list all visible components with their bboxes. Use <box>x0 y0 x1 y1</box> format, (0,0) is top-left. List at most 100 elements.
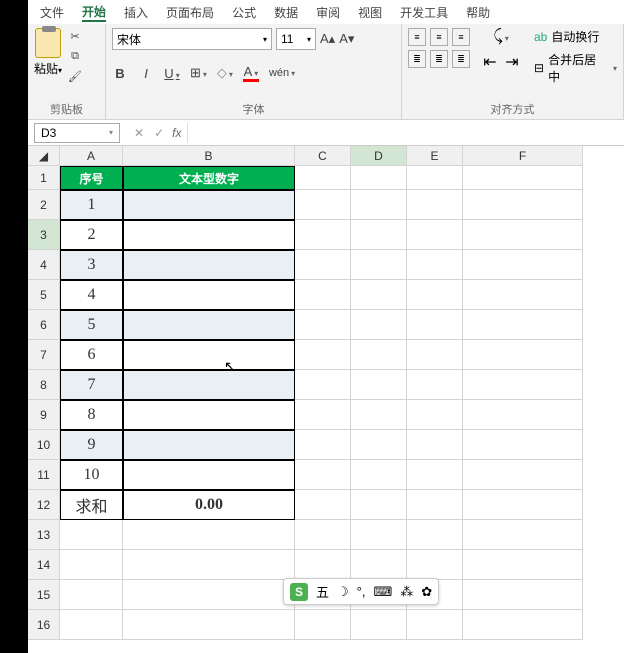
ime-item[interactable]: ☽ <box>337 584 349 600</box>
cell[interactable] <box>60 610 123 640</box>
merge-center-button[interactable]: ⊟合并后居中 <box>534 51 617 85</box>
cell[interactable] <box>123 550 295 580</box>
tab-页面布局[interactable]: 页面布局 <box>166 4 214 21</box>
fx-icon[interactable]: fx <box>172 126 181 140</box>
cut-icon[interactable]: ✂ <box>66 28 84 44</box>
cell[interactable]: 3 <box>60 250 123 280</box>
cell[interactable] <box>123 400 295 430</box>
cell[interactable] <box>463 250 583 280</box>
cell[interactable] <box>123 610 295 640</box>
col-header[interactable]: F <box>463 146 583 166</box>
cell[interactable]: 6 <box>60 340 123 370</box>
cell[interactable] <box>407 280 463 310</box>
ime-item[interactable]: °, <box>357 584 366 599</box>
cell[interactable] <box>463 190 583 220</box>
row-header[interactable]: 16 <box>28 610 60 640</box>
cell[interactable] <box>295 190 351 220</box>
orientation-button[interactable]: ⤹ <box>482 28 520 46</box>
decrease-indent-icon[interactable]: ⇤ <box>482 52 498 72</box>
cell[interactable] <box>407 370 463 400</box>
cell[interactable]: 文本型数字 <box>123 166 295 190</box>
cell[interactable] <box>295 370 351 400</box>
tab-开发工具[interactable]: 开发工具 <box>400 4 448 21</box>
font-name-select[interactable]: 宋体▾ <box>112 28 272 50</box>
wrap-text-button[interactable]: ab自动换行 <box>534 28 617 45</box>
ime-item[interactable]: ✿ <box>421 584 432 600</box>
ime-item[interactable]: ⌨ <box>373 584 392 600</box>
cell[interactable] <box>351 250 407 280</box>
cell[interactable] <box>351 460 407 490</box>
tab-插入[interactable]: 插入 <box>124 4 148 21</box>
col-header[interactable]: A <box>60 146 123 166</box>
cell[interactable] <box>463 166 583 190</box>
cell[interactable] <box>463 490 583 520</box>
cell[interactable] <box>123 310 295 340</box>
cell[interactable] <box>463 520 583 550</box>
cell[interactable] <box>351 340 407 370</box>
select-all-corner[interactable]: ◢ <box>28 146 60 166</box>
cell[interactable]: 5 <box>60 310 123 340</box>
cell[interactable] <box>60 580 123 610</box>
tab-审阅[interactable]: 审阅 <box>316 4 340 21</box>
cell[interactable] <box>123 460 295 490</box>
cell[interactable] <box>407 166 463 190</box>
enter-icon[interactable]: ✓ <box>154 126 164 140</box>
cell[interactable] <box>351 310 407 340</box>
cell[interactable] <box>123 220 295 250</box>
cell[interactable] <box>407 520 463 550</box>
cell[interactable] <box>407 430 463 460</box>
cell[interactable] <box>123 280 295 310</box>
cell[interactable]: 序号 <box>60 166 123 190</box>
col-header[interactable]: D <box>351 146 407 166</box>
cell[interactable] <box>295 610 351 640</box>
align-middle-icon[interactable]: ≡ <box>430 28 448 46</box>
cell[interactable] <box>407 310 463 340</box>
cell[interactable] <box>351 166 407 190</box>
cell[interactable] <box>123 340 295 370</box>
border-button[interactable]: ⊞ <box>190 65 207 81</box>
row-header[interactable]: 10 <box>28 430 60 460</box>
row-header[interactable]: 3 <box>28 220 60 250</box>
col-header[interactable]: E <box>407 146 463 166</box>
cell[interactable] <box>407 460 463 490</box>
cell[interactable] <box>295 280 351 310</box>
cell[interactable] <box>351 490 407 520</box>
increase-indent-icon[interactable]: ⇥ <box>504 52 520 72</box>
cell[interactable] <box>60 520 123 550</box>
cell[interactable] <box>407 250 463 280</box>
decrease-font-icon[interactable]: A▾ <box>339 31 354 47</box>
cell[interactable] <box>463 610 583 640</box>
cell[interactable] <box>463 280 583 310</box>
row-header[interactable]: 1 <box>28 166 60 190</box>
cell[interactable] <box>463 400 583 430</box>
row-header[interactable]: 12 <box>28 490 60 520</box>
cell[interactable]: 8 <box>60 400 123 430</box>
row-header[interactable]: 8 <box>28 370 60 400</box>
align-bottom-icon[interactable]: ≡ <box>452 28 470 46</box>
spreadsheet-grid[interactable]: ◢ A B C D E F 1序号文本型数字213243546576879810… <box>28 146 624 640</box>
align-left-icon[interactable]: ≣ <box>408 50 426 68</box>
ime-mode[interactable]: 五 <box>316 582 329 601</box>
cell[interactable] <box>351 430 407 460</box>
cell[interactable] <box>351 610 407 640</box>
cell[interactable] <box>407 190 463 220</box>
cell[interactable] <box>295 220 351 250</box>
cell[interactable] <box>351 190 407 220</box>
cell[interactable] <box>463 580 583 610</box>
cell[interactable] <box>463 370 583 400</box>
cell[interactable] <box>295 250 351 280</box>
cell[interactable]: 10 <box>60 460 123 490</box>
cell[interactable] <box>295 430 351 460</box>
cell[interactable] <box>463 430 583 460</box>
tab-视图[interactable]: 视图 <box>358 4 382 21</box>
row-header[interactable]: 11 <box>28 460 60 490</box>
phonetic-button[interactable]: wén <box>269 67 295 79</box>
cell[interactable] <box>295 460 351 490</box>
cell[interactable] <box>295 520 351 550</box>
cell[interactable] <box>295 550 351 580</box>
name-box[interactable]: D3▾ <box>34 123 120 143</box>
bold-button[interactable]: B <box>112 66 128 81</box>
cell[interactable] <box>407 490 463 520</box>
cell[interactable]: 2 <box>60 220 123 250</box>
cell[interactable] <box>295 166 351 190</box>
